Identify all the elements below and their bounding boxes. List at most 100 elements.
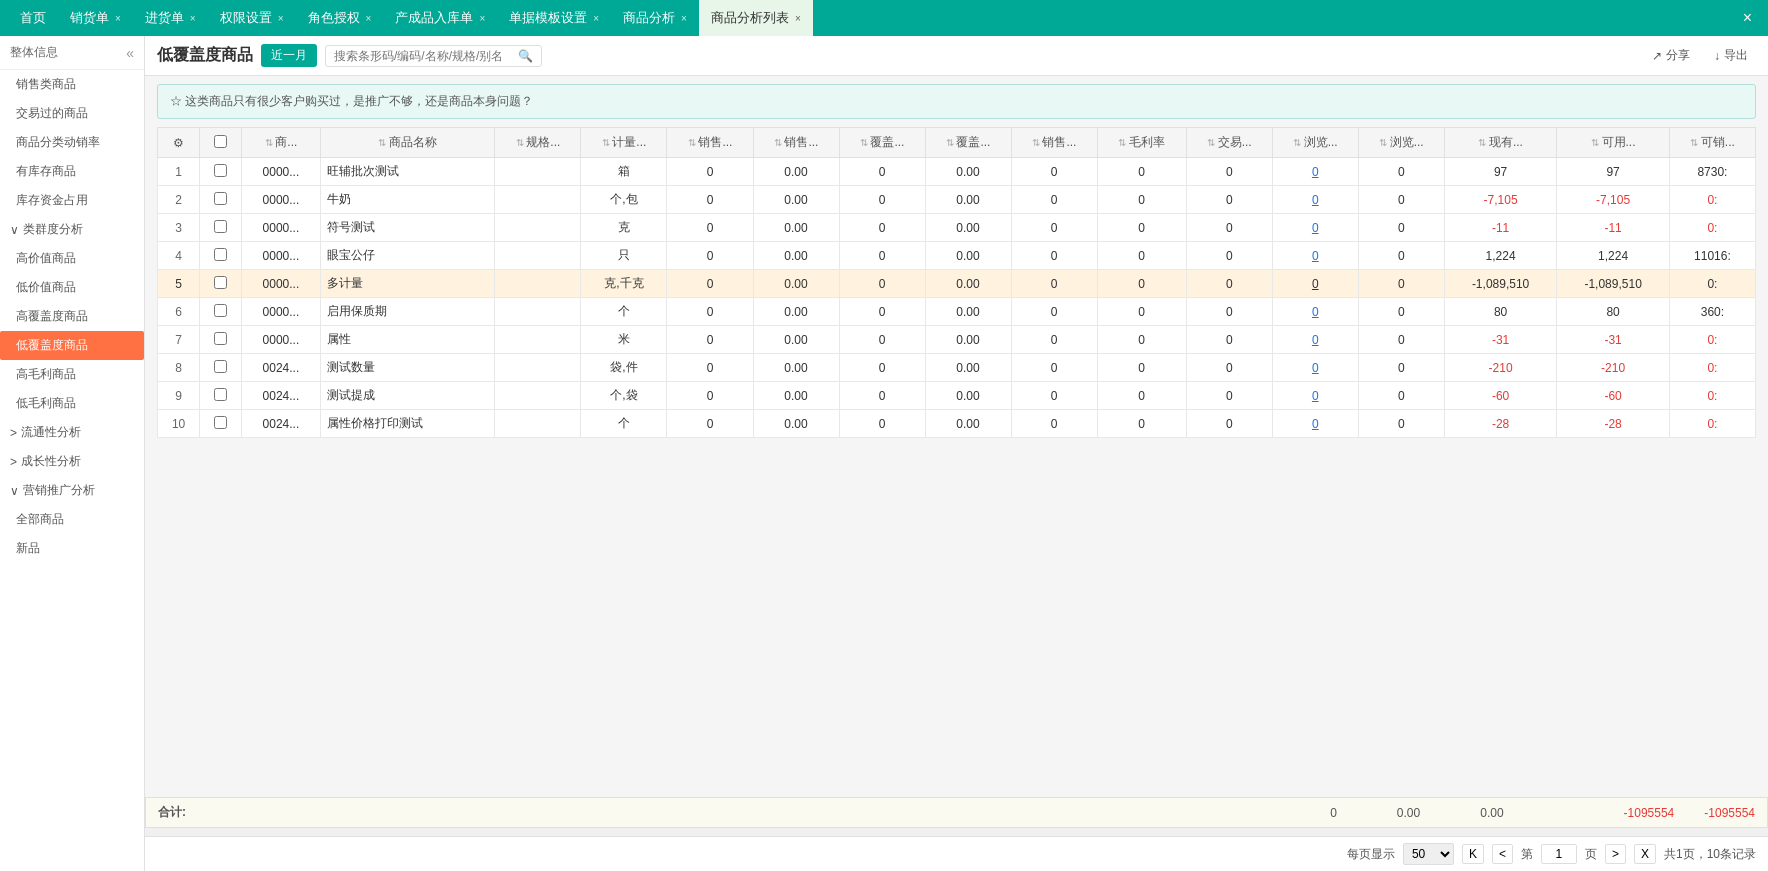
scrollbar-track[interactable]: [145, 828, 1768, 836]
sidebar-item-high-margin[interactable]: 高毛利商品: [0, 360, 144, 389]
row-checkbox[interactable]: [214, 164, 227, 177]
cell-browse1[interactable]: 0: [1272, 214, 1358, 242]
col-settings[interactable]: ⚙: [158, 128, 200, 158]
next-page-btn[interactable]: >: [1605, 844, 1626, 864]
date-filter-btn[interactable]: 近一月: [261, 44, 317, 67]
col-code[interactable]: 商...: [241, 128, 320, 158]
sidebar-item-low-value[interactable]: 低价值商品: [0, 273, 144, 302]
pagination-bar: 每页显示 50 10 20 100 K < 第 页 > X 共1页，10条记录: [145, 836, 1768, 871]
per-page-select[interactable]: 50 10 20 100: [1403, 843, 1454, 865]
search-icon[interactable]: 🔍: [518, 49, 533, 63]
cell-checkbox[interactable]: [200, 326, 242, 354]
row-checkbox[interactable]: [214, 360, 227, 373]
cell-browse1[interactable]: 0: [1272, 382, 1358, 410]
nav-item-templates[interactable]: 单据模板设置 ×: [497, 0, 611, 36]
row-checkbox[interactable]: [214, 332, 227, 345]
nav-close-templates[interactable]: ×: [593, 13, 599, 24]
cell-browse1[interactable]: 0: [1272, 242, 1358, 270]
sidebar-item-all-goods[interactable]: 全部商品: [0, 505, 144, 534]
sidebar-item-low-coverage[interactable]: 低覆盖度商品: [0, 331, 144, 360]
col-sales2[interactable]: 销售...: [753, 128, 839, 158]
cell-checkbox[interactable]: [200, 298, 242, 326]
col-stock3[interactable]: 可销...: [1669, 128, 1755, 158]
col-unit[interactable]: 计量...: [581, 128, 667, 158]
sidebar-group-cluster[interactable]: ∨ 类群度分析: [0, 215, 144, 244]
cell-browse1[interactable]: 0: [1272, 298, 1358, 326]
sidebar-group-growth[interactable]: > 成长性分析: [0, 447, 144, 476]
row-checkbox[interactable]: [214, 248, 227, 261]
cell-checkbox[interactable]: [200, 354, 242, 382]
search-input[interactable]: [334, 49, 514, 63]
cell-browse1[interactable]: 0: [1272, 326, 1358, 354]
nav-close-purchase[interactable]: ×: [190, 13, 196, 24]
col-browse1[interactable]: 浏览...: [1272, 128, 1358, 158]
cell-browse1[interactable]: 0: [1272, 158, 1358, 186]
cell-browse1[interactable]: 0: [1272, 410, 1358, 438]
nav-close-permissions[interactable]: ×: [278, 13, 284, 24]
row-checkbox[interactable]: [214, 304, 227, 317]
nav-item-purchase[interactable]: 进货单 ×: [133, 0, 208, 36]
col-sales1[interactable]: 销售...: [667, 128, 753, 158]
col-stock1[interactable]: 现有...: [1444, 128, 1557, 158]
prev-page-btn[interactable]: <: [1492, 844, 1513, 864]
last-page-btn[interactable]: X: [1634, 844, 1656, 864]
row-checkbox[interactable]: [214, 416, 227, 429]
row-checkbox[interactable]: [214, 220, 227, 233]
col-browse2[interactable]: 浏览...: [1358, 128, 1444, 158]
cell-checkbox[interactable]: [200, 242, 242, 270]
nav-item-permissions[interactable]: 权限设置 ×: [208, 0, 296, 36]
cell-browse1[interactable]: 0: [1272, 270, 1358, 298]
nav-item-analysis-list[interactable]: 商品分析列表 ×: [699, 0, 813, 36]
sidebar-item-category-rate[interactable]: 商品分类动销率: [0, 128, 144, 157]
col-checkbox[interactable]: [200, 128, 242, 158]
nav-item-home[interactable]: 首页: [8, 0, 58, 36]
sidebar-item-capital[interactable]: 库存资金占用: [0, 186, 144, 215]
sidebar-item-in-stock[interactable]: 有库存商品: [0, 157, 144, 186]
col-cover2[interactable]: 覆盖...: [925, 128, 1011, 158]
sidebar-item-sales-goods[interactable]: 销售类商品: [0, 70, 144, 99]
col-stock2[interactable]: 可用...: [1557, 128, 1670, 158]
share-btn[interactable]: ↗ 分享: [1644, 44, 1698, 67]
col-spec[interactable]: 规格...: [495, 128, 581, 158]
nav-item-analysis[interactable]: 商品分析 ×: [611, 0, 699, 36]
col-name[interactable]: 商品名称: [321, 128, 495, 158]
col-sales3[interactable]: 销售...: [1011, 128, 1097, 158]
sidebar-group-marketing[interactable]: ∨ 营销推广分析: [0, 476, 144, 505]
nav-close-sales[interactable]: ×: [115, 13, 121, 24]
cell-checkbox[interactable]: [200, 410, 242, 438]
sidebar-item-high-coverage[interactable]: 高覆盖度商品: [0, 302, 144, 331]
select-all-checkbox[interactable]: [214, 135, 227, 148]
sidebar-item-high-value[interactable]: 高价值商品: [0, 244, 144, 273]
cell-checkbox[interactable]: [200, 158, 242, 186]
cell-checkbox[interactable]: [200, 186, 242, 214]
col-cover1[interactable]: 覆盖...: [839, 128, 925, 158]
nav-close-analysis-list[interactable]: ×: [795, 13, 801, 24]
sidebar-item-new-goods[interactable]: 新品: [0, 534, 144, 563]
nav-close-roles[interactable]: ×: [366, 13, 372, 24]
cell-margin: 0: [1097, 354, 1186, 382]
nav-close-analysis[interactable]: ×: [681, 13, 687, 24]
export-btn[interactable]: ↓ 导出: [1706, 44, 1756, 67]
row-checkbox[interactable]: [214, 276, 227, 289]
sidebar-group-flow[interactable]: > 流通性分析: [0, 418, 144, 447]
col-trade[interactable]: 交易...: [1186, 128, 1272, 158]
first-page-btn[interactable]: K: [1462, 844, 1484, 864]
sidebar-item-traded-goods[interactable]: 交易过的商品: [0, 99, 144, 128]
row-checkbox[interactable]: [214, 388, 227, 401]
nav-item-sales[interactable]: 销货单 ×: [58, 0, 133, 36]
nav-item-roles[interactable]: 角色授权 ×: [296, 0, 384, 36]
cell-checkbox[interactable]: [200, 382, 242, 410]
cell-browse1[interactable]: 0: [1272, 186, 1358, 214]
col-margin[interactable]: 毛利率: [1097, 128, 1186, 158]
table-container[interactable]: ⚙ 商... 商品名称 规格... 计量... 销售... 销售... 覆盖..…: [145, 127, 1768, 797]
window-close-btn[interactable]: ×: [1735, 9, 1760, 27]
cell-checkbox[interactable]: [200, 214, 242, 242]
page-number-input[interactable]: [1541, 844, 1577, 864]
cell-checkbox[interactable]: [200, 270, 242, 298]
sidebar-item-low-margin[interactable]: 低毛利商品: [0, 389, 144, 418]
cell-browse1[interactable]: 0: [1272, 354, 1358, 382]
nav-item-warehouse[interactable]: 产成品入库单 ×: [383, 0, 497, 36]
nav-close-warehouse[interactable]: ×: [479, 13, 485, 24]
row-checkbox[interactable]: [214, 192, 227, 205]
sidebar-collapse-btn[interactable]: «: [126, 45, 134, 61]
